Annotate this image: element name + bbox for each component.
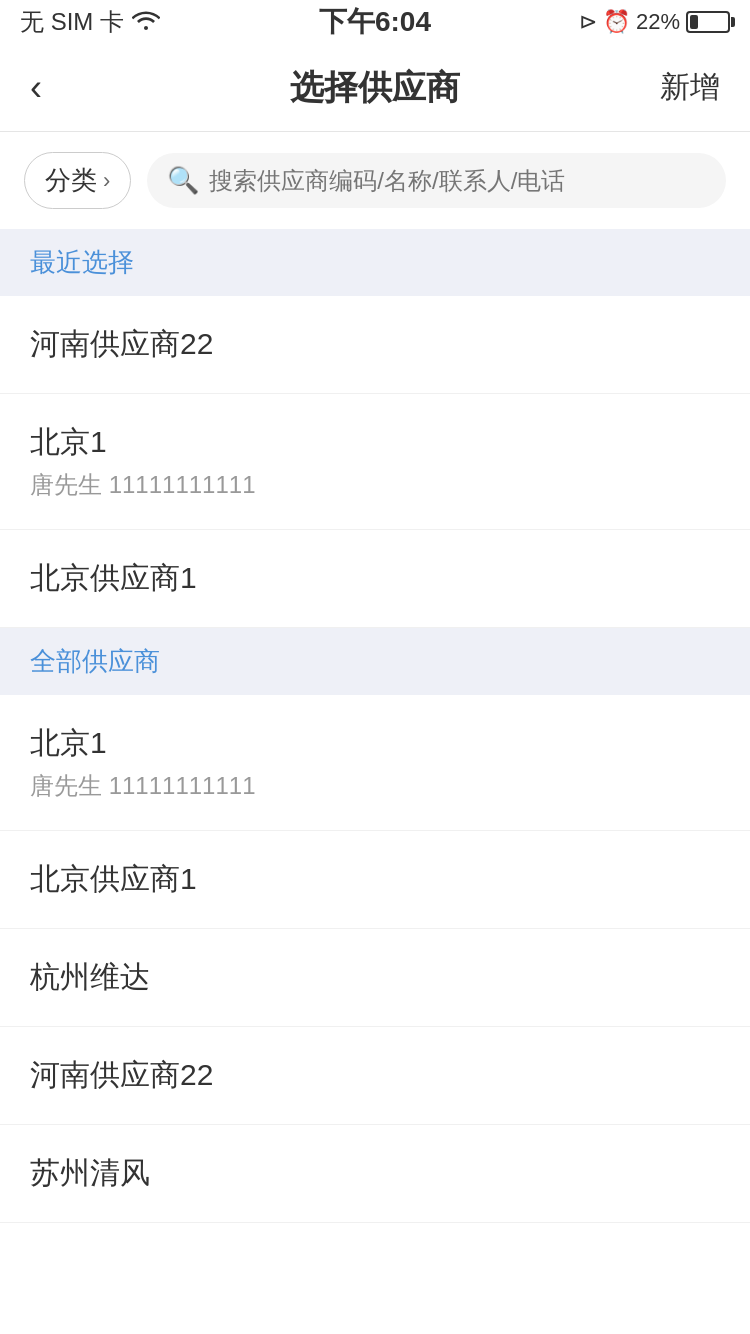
search-bar: 分类 › 🔍 xyxy=(0,132,750,229)
item-name: 苏州清风 xyxy=(30,1153,720,1194)
battery-percent: 22% xyxy=(636,9,680,35)
recent-section-header: 最近选择 xyxy=(0,229,750,296)
status-left: 无 SIM 卡 xyxy=(20,6,160,38)
list-item[interactable]: 北京1 唐先生 11111111111 xyxy=(0,695,750,831)
status-right: ⊳ ⏰ 22% xyxy=(579,9,730,35)
nav-bar: ‹ 选择供应商 新增 xyxy=(0,44,750,132)
item-name: 河南供应商22 xyxy=(30,324,720,365)
list-item[interactable]: 北京1 唐先生 11111111111 xyxy=(0,394,750,530)
status-bar: 无 SIM 卡 下午6:04 ⊳ ⏰ 22% xyxy=(0,0,750,44)
item-name: 杭州维达 xyxy=(30,957,720,998)
recent-list: 河南供应商22 北京1 唐先生 11111111111 北京供应商1 xyxy=(0,296,750,628)
item-name: 北京1 xyxy=(30,422,720,463)
carrier-label: 无 SIM 卡 xyxy=(20,6,124,38)
alarm-icon: ⏰ xyxy=(603,9,630,35)
list-item[interactable]: 北京供应商1 xyxy=(0,831,750,929)
category-button[interactable]: 分类 › xyxy=(24,152,131,209)
item-name: 河南供应商22 xyxy=(30,1055,720,1096)
search-icon: 🔍 xyxy=(167,165,199,196)
search-wrapper[interactable]: 🔍 xyxy=(147,153,726,208)
list-item[interactable]: 河南供应商22 xyxy=(0,1027,750,1125)
page-title: 选择供应商 xyxy=(290,65,460,111)
item-name: 北京1 xyxy=(30,723,720,764)
item-name: 北京供应商1 xyxy=(30,859,720,900)
back-button[interactable]: ‹ xyxy=(30,67,90,109)
wifi-icon xyxy=(132,8,160,36)
battery-icon xyxy=(686,11,730,33)
list-item[interactable]: 河南供应商22 xyxy=(0,296,750,394)
item-sub: 唐先生 11111111111 xyxy=(30,770,720,802)
chevron-right-icon: › xyxy=(103,168,110,194)
category-label: 分类 xyxy=(45,163,97,198)
item-sub: 唐先生 11111111111 xyxy=(30,469,720,501)
all-suppliers-list: 北京1 唐先生 11111111111 北京供应商1 杭州维达河南供应商22 苏州清风 xyxy=(0,695,750,1223)
search-input[interactable] xyxy=(209,167,706,195)
item-name: 北京供应商1 xyxy=(30,558,720,599)
add-button[interactable]: 新增 xyxy=(660,67,720,108)
all-section-header: 全部供应商 xyxy=(0,628,750,695)
list-item[interactable]: 苏州清风 xyxy=(0,1125,750,1223)
list-item[interactable]: 杭州维达 xyxy=(0,929,750,1027)
location-icon: ⊳ xyxy=(579,9,597,35)
list-item[interactable]: 北京供应商1 xyxy=(0,530,750,628)
status-time: 下午6:04 xyxy=(319,3,431,41)
